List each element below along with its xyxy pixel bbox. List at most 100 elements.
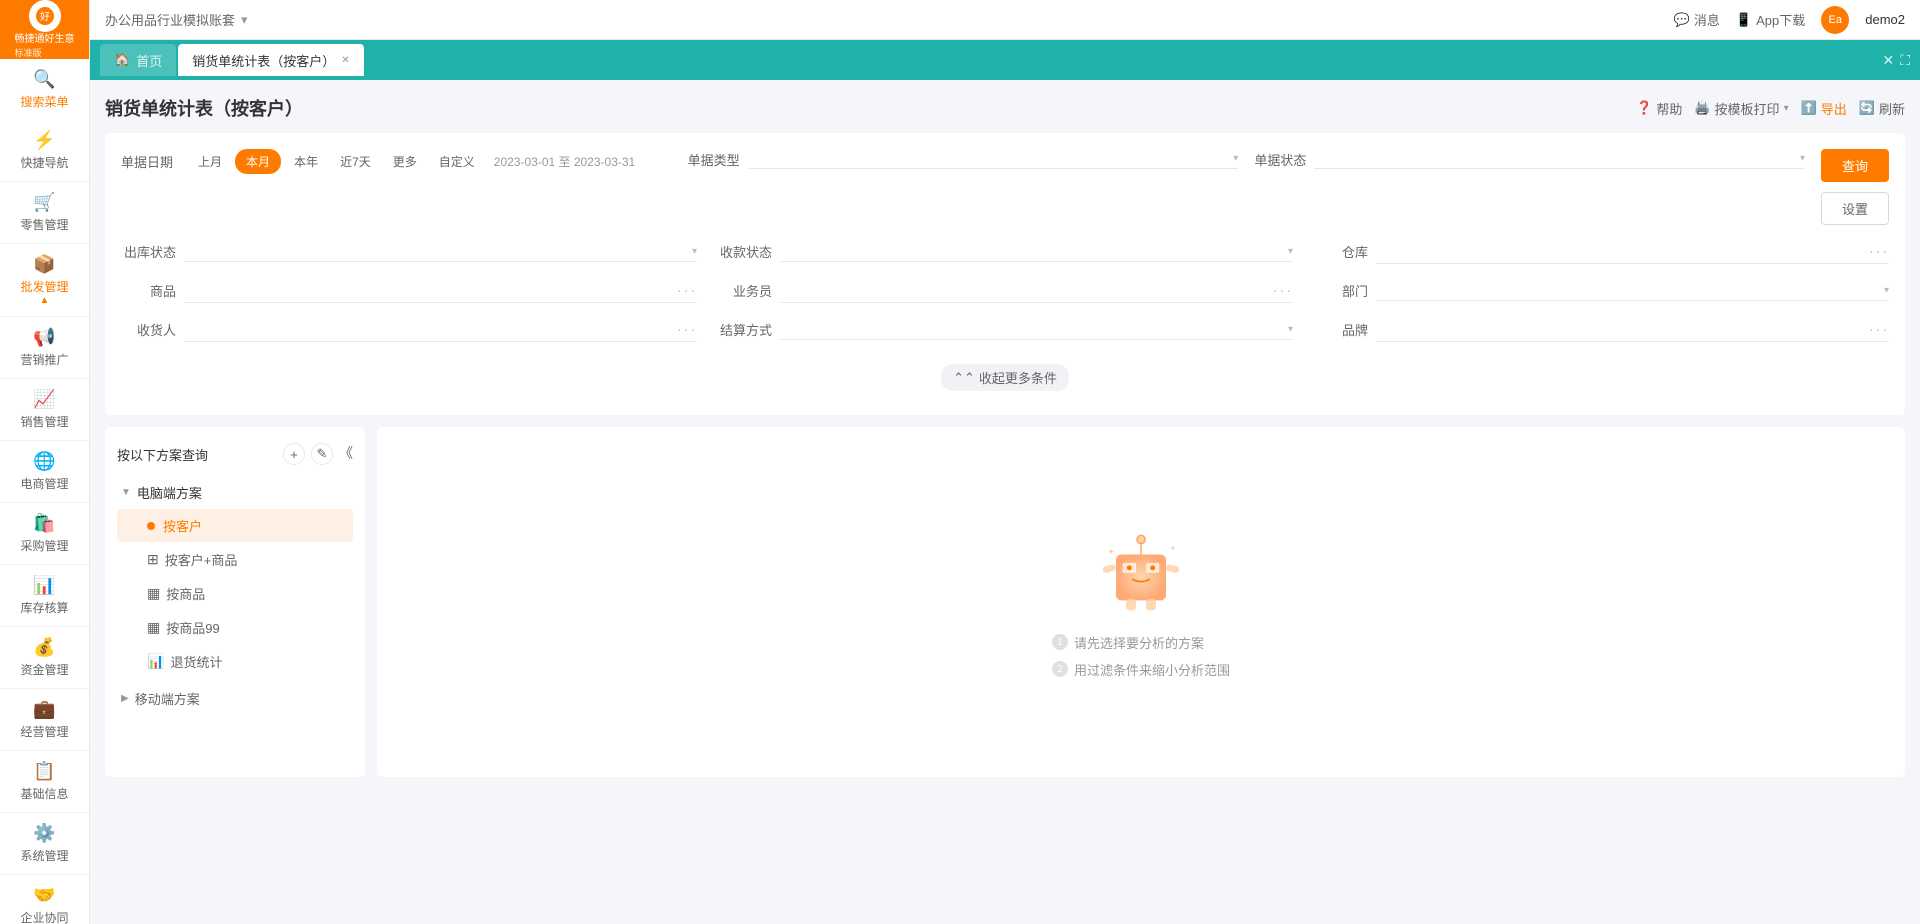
maximize-icon[interactable]: ⛶	[1900, 52, 1910, 69]
scheme-item-by-goods-99[interactable]: ▦ 按商品99	[117, 611, 353, 644]
sidebar-item-ecommerce[interactable]: 🌐 电商管理	[0, 441, 90, 503]
sidebar-item-retail[interactable]: 🛒 零售管理	[0, 182, 90, 244]
scheme-item-by-goods[interactable]: ▦ 按商品	[117, 577, 353, 610]
goods-dots[interactable]: ···	[677, 282, 697, 298]
collapse-button[interactable]: ⌃⌃ 收起更多条件	[941, 364, 1069, 391]
filter-row-2: 出库状态 ▾ 收款状态 ▾ 仓库	[121, 239, 1889, 264]
payment-status-control[interactable]: ▾	[780, 242, 1293, 262]
order-status-filter: 单据状态 ▾	[1254, 149, 1805, 169]
help-btn[interactable]: ❓ 帮助	[1636, 99, 1682, 118]
date-btn-7days[interactable]: 近7天	[331, 149, 380, 174]
order-status-arrow[interactable]: ▾	[1800, 153, 1805, 164]
home-icon: 🏠	[114, 52, 130, 68]
order-status-control[interactable]: ▾	[1314, 149, 1805, 169]
warehouse-control[interactable]: ···	[1376, 239, 1889, 264]
staff-dots[interactable]: ···	[1273, 282, 1293, 298]
dropdown-icon[interactable]: ▾	[241, 12, 248, 28]
refresh-btn[interactable]: 🔄 刷新	[1859, 99, 1905, 118]
user-avatar[interactable]: Ea	[1821, 6, 1849, 34]
settlement-control[interactable]: ▾	[780, 320, 1293, 340]
mobile-expand-icon: ▶	[121, 693, 129, 704]
date-btn-custom[interactable]: 自定义	[430, 149, 484, 174]
dept-arrow[interactable]: ▾	[1884, 285, 1889, 296]
settings-button[interactable]: 设置	[1821, 192, 1889, 225]
settlement-arrow[interactable]: ▾	[1288, 324, 1293, 335]
mobile-group-header[interactable]: ▶ 移动端方案	[113, 683, 357, 714]
export-btn[interactable]: ⬆️ 导出	[1801, 99, 1847, 118]
topbar-right: 💬 消息 📱 App下载 Ea demo2	[1674, 6, 1905, 34]
sidebar-item-label: 企业协同	[20, 909, 68, 924]
order-type-control[interactable]: ▾	[748, 149, 1239, 169]
logo[interactable]: 好 畅捷通好生意 标准版	[0, 0, 90, 59]
expand-arrow: ▲	[40, 295, 50, 306]
ecommerce-icon: 🌐	[33, 451, 55, 472]
date-label: 单据日期	[121, 152, 173, 171]
add-scheme-btn[interactable]: +	[283, 443, 305, 465]
sidebar: 好 畅捷通好生意 标准版 🔍 搜索菜单 ⚡ 快捷导航 🛒 零售管理 📦 批发管理…	[0, 0, 90, 924]
close-window-icon[interactable]: ✕	[1882, 52, 1894, 69]
collapse-panel-btn[interactable]: 《	[339, 443, 353, 465]
scheme-table2-icon: ▦	[147, 619, 160, 636]
sidebar-item-search[interactable]: 🔍 搜索菜单	[0, 59, 90, 120]
sidebar-item-cooperation[interactable]: 🤝 企业协同	[0, 875, 90, 924]
scheme-item-customer-goods[interactable]: ⊞ 按客户+商品	[117, 543, 353, 576]
page-header: 销货单统计表（按客户） ❓ 帮助 🖨️ 按模板打印 ▾ ⬆️ 导出 🔄 刷新	[105, 95, 1905, 121]
wholesale-icon: 📦	[33, 254, 55, 275]
print-btn[interactable]: 🖨️ 按模板打印 ▾	[1694, 99, 1788, 118]
tip-1: 1 请先选择要分析的方案	[1052, 633, 1230, 652]
cooperation-icon: 🤝	[33, 885, 55, 906]
pc-group-header[interactable]: ▼ 电脑端方案	[113, 477, 357, 508]
sidebar-item-label: 库存核算	[20, 599, 68, 616]
dept-label: 部门	[1313, 281, 1368, 300]
date-btn-this-year[interactable]: 本年	[285, 149, 327, 174]
stock-status-arrow[interactable]: ▾	[692, 246, 697, 257]
brand-label: 品牌	[1313, 320, 1368, 339]
sidebar-item-marketing[interactable]: 📢 营销推广	[0, 317, 90, 379]
edit-scheme-btn[interactable]: ✎	[311, 443, 333, 465]
brand-dots[interactable]: ···	[1869, 321, 1889, 337]
sidebar-item-label: 系统管理	[20, 847, 68, 864]
tab-close-icon[interactable]: ✕	[341, 55, 349, 66]
sidebar-item-sales[interactable]: 📈 销售管理	[0, 379, 90, 441]
staff-control[interactable]: ···	[780, 278, 1293, 303]
sidebar-item-label: 零售管理	[20, 216, 68, 233]
scheme-item-by-customer[interactable]: 按客户	[117, 509, 353, 542]
panel-header: 按以下方案查询 + ✎ 《	[105, 437, 365, 471]
sidebar-item-purchase[interactable]: 🛍️ 采购管理	[0, 503, 90, 565]
main-area: 办公用品行业模拟账套 ▾ 💬 消息 📱 App下载 Ea demo2 🏠 首页 …	[90, 0, 1920, 924]
receiver-dots[interactable]: ···	[677, 321, 697, 337]
message-btn[interactable]: 💬 消息	[1674, 10, 1720, 29]
brand-control[interactable]: ···	[1376, 317, 1889, 342]
sidebar-item-quick-nav[interactable]: ⚡ 快捷导航	[0, 120, 90, 182]
sidebar-item-label: 采购管理	[20, 537, 68, 554]
user-name[interactable]: demo2	[1865, 12, 1905, 27]
tab-home[interactable]: 🏠 首页	[100, 44, 176, 76]
dept-control[interactable]: ▾	[1376, 281, 1889, 301]
date-range: 2023-03-01 至 2023-03-31	[494, 153, 635, 170]
date-btn-last-month[interactable]: 上月	[189, 149, 231, 174]
app-download-btn[interactable]: 📱 App下载	[1736, 10, 1805, 29]
date-btn-this-month[interactable]: 本月	[235, 149, 281, 174]
tab-sales-stat[interactable]: 销货单统计表（按客户） ✕	[178, 44, 363, 76]
receiver-control[interactable]: ···	[184, 317, 697, 342]
print-dropdown-icon[interactable]: ▾	[1784, 103, 1789, 114]
message-icon: 💬	[1674, 12, 1690, 28]
sidebar-item-system[interactable]: ⚙️ 系统管理	[0, 813, 90, 875]
quicknav-icon: ⚡	[33, 130, 55, 151]
sidebar-item-basic-info[interactable]: 📋 基础信息	[0, 751, 90, 813]
date-btn-more[interactable]: 更多	[384, 149, 426, 174]
stock-status-control[interactable]: ▾	[184, 242, 697, 262]
order-type-arrow[interactable]: ▾	[1233, 153, 1238, 164]
goods-control[interactable]: ···	[184, 278, 697, 303]
scheme-table-icon: ▦	[147, 585, 160, 602]
query-button[interactable]: 查询	[1821, 149, 1889, 182]
sidebar-item-inventory[interactable]: 📊 库存核算	[0, 565, 90, 627]
scheme-item-return-stat[interactable]: 📊 退货统计	[117, 645, 353, 678]
sidebar-item-wholesale[interactable]: 📦 批发管理 ▲	[0, 244, 90, 317]
payment-status-arrow[interactable]: ▾	[1288, 246, 1293, 257]
staff-label: 业务员	[717, 281, 772, 300]
warehouse-dots[interactable]: ···	[1869, 243, 1889, 259]
purchase-icon: 🛍️	[33, 513, 55, 534]
sidebar-item-finance[interactable]: 💰 资金管理	[0, 627, 90, 689]
sidebar-item-business[interactable]: 💼 经营管理	[0, 689, 90, 751]
